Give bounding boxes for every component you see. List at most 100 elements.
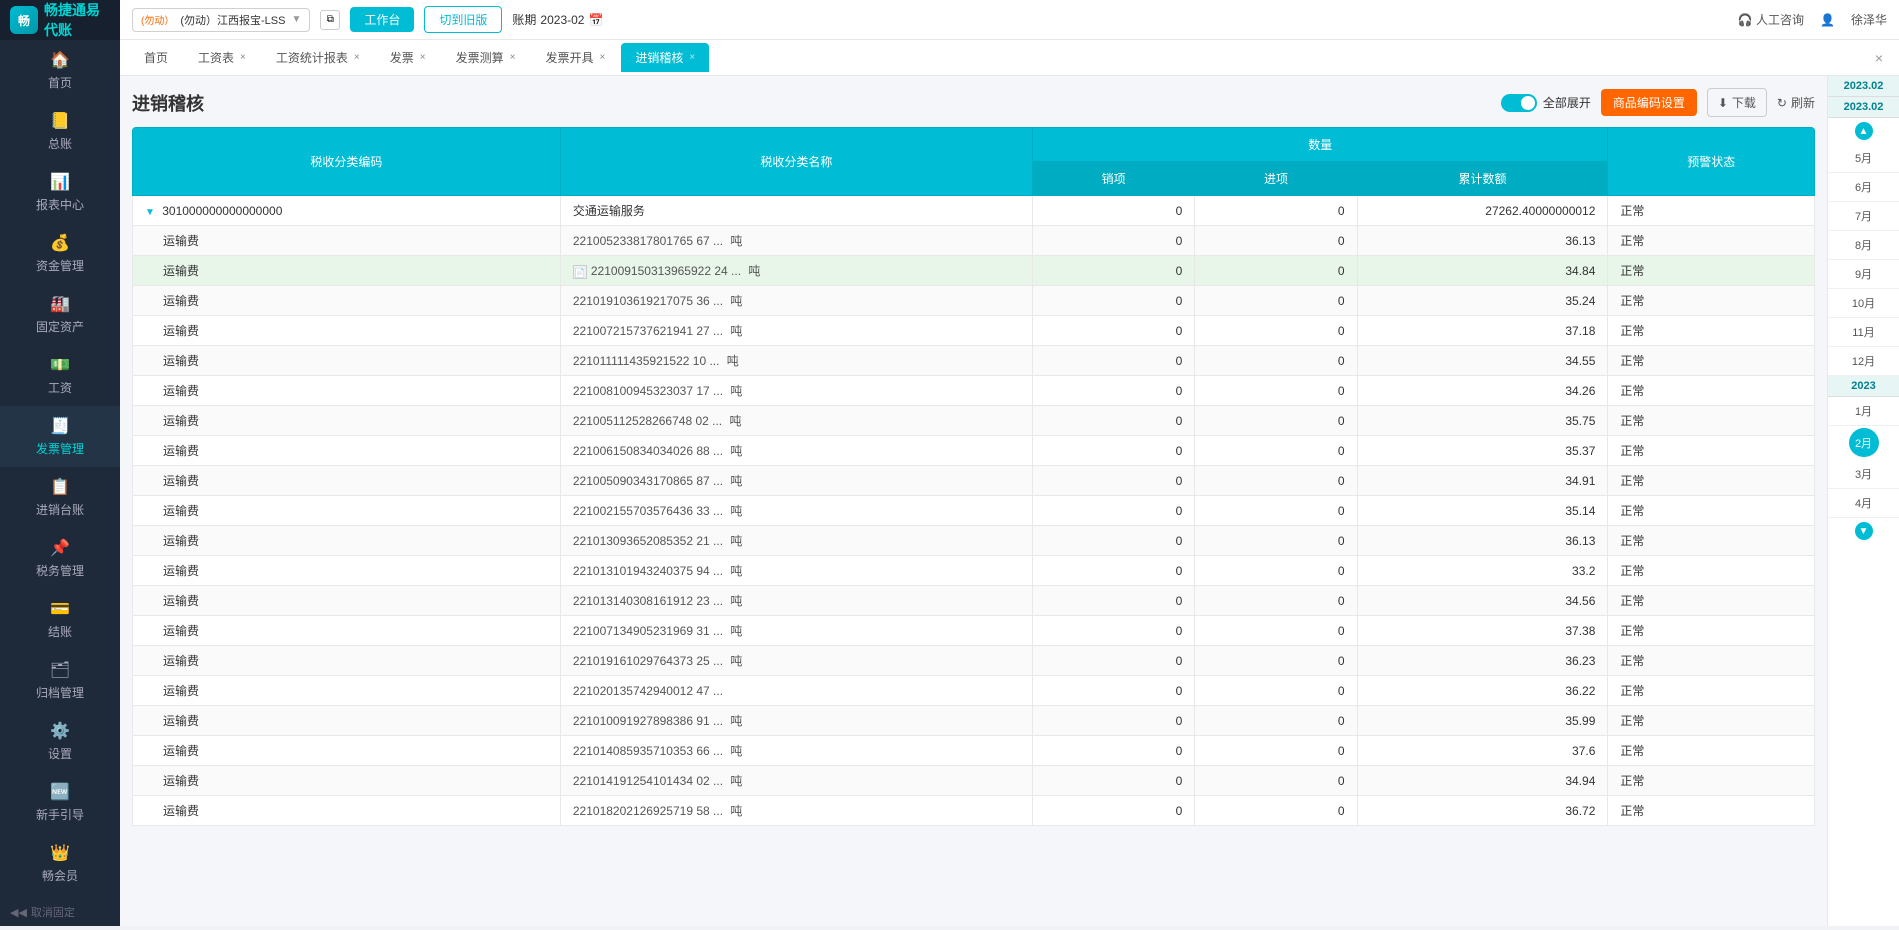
purchase-cell: 0 xyxy=(1195,706,1357,736)
toggle-switch[interactable] xyxy=(1501,94,1537,112)
tab-salary-stats-label: 工资统计报表 xyxy=(276,49,348,66)
col-tax-name: 税收分类名称 xyxy=(560,128,1032,196)
tax-code-cell: 运输费 xyxy=(133,646,561,676)
sidebar-item-settings[interactable]: ⚙️ 设置 xyxy=(0,711,120,772)
tab-invoice-calc[interactable]: 发票测算 × xyxy=(442,43,530,72)
nav-up-button[interactable]: ▲ xyxy=(1855,122,1873,140)
calendar-month-apr[interactable]: 4月 xyxy=(1828,489,1899,518)
calendar-month-dec[interactable]: 12月 xyxy=(1828,347,1899,376)
calendar-month-jun[interactable]: 6月 xyxy=(1828,173,1899,202)
purchase-cell: 0 xyxy=(1195,346,1357,376)
sidebar-item-sales-ledger[interactable]: 📋 进销台账 xyxy=(0,467,120,528)
sales-cell: 0 xyxy=(1033,316,1195,346)
app-logo: 畅 畅捷通易代账 xyxy=(0,0,120,40)
download-button[interactable]: ⬇ 下载 xyxy=(1707,88,1767,117)
unpin-button[interactable]: ◀◀ 取消固定 xyxy=(0,894,120,930)
calendar-month-may[interactable]: 5月 xyxy=(1828,144,1899,173)
avatar: 👤 xyxy=(1820,13,1835,27)
sidebar-item-tax[interactable]: 📌 税务管理 xyxy=(0,528,120,589)
calendar-month-sep[interactable]: 9月 xyxy=(1828,260,1899,289)
calendar-year-label-top: 2023.02 xyxy=(1828,76,1899,97)
calendar-month-jul[interactable]: 7月 xyxy=(1828,202,1899,231)
tax-code-cell: 运输费 xyxy=(133,586,561,616)
tab-invoice[interactable]: 发票 × xyxy=(376,43,440,72)
sidebar-item-assets[interactable]: 🏭 固定资产 xyxy=(0,284,120,345)
sidebar-item-salary[interactable]: 💵 工资 xyxy=(0,345,120,406)
refresh-button[interactable]: ↻ 刷新 xyxy=(1777,94,1815,111)
status-cell: 正常 xyxy=(1608,616,1815,646)
company-selector[interactable]: (勿动） (勿动）江西报宝-LSS ▼ xyxy=(132,8,310,32)
col-quantity-group: 数量 xyxy=(1033,128,1608,162)
invoice-no-cell: 221019161029764373 25 ... 吨 xyxy=(560,646,1032,676)
sidebar-item-ledger[interactable]: 📒 总账 xyxy=(0,101,120,162)
calendar-nav-up[interactable]: ▲ xyxy=(1828,118,1899,144)
tax-code-cell: 运输费 xyxy=(133,316,561,346)
sidebar-item-archive[interactable]: 🗂 归档管理 xyxy=(0,650,120,711)
tab-invoice-open-close[interactable]: × xyxy=(599,52,605,63)
sidebar-item-reports[interactable]: 📊 报表中心 xyxy=(0,162,120,223)
tax-code-cell: 运输费 xyxy=(133,796,561,826)
sidebar-item-member[interactable]: 👑 畅会员 xyxy=(0,833,120,894)
setting-button[interactable]: 商品编码设置 xyxy=(1601,89,1697,116)
cumulative-cell: 37.18 xyxy=(1357,316,1608,346)
sidebar-item-home[interactable]: 🏠 首页 xyxy=(0,40,120,101)
sidebar-item-settle[interactable]: 💳 结账 xyxy=(0,589,120,650)
calendar-month-jan[interactable]: 1月 xyxy=(1828,397,1899,426)
sidebar-item-guide[interactable]: 🆕 新手引导 xyxy=(0,772,120,833)
period-button[interactable]: 切到旧版 xyxy=(424,6,502,33)
workspace-button[interactable]: 工作台 xyxy=(350,7,414,32)
tab-home[interactable]: 首页 xyxy=(130,43,182,72)
support-label[interactable]: 🎧 人工咨询 xyxy=(1738,11,1804,28)
tab-reconcile[interactable]: 进销稽核 × xyxy=(621,43,709,72)
tab-invoice-open[interactable]: 发票开具 × xyxy=(531,43,619,72)
copy-icon[interactable]: ⧉ xyxy=(320,10,340,30)
sales-cell: 0 xyxy=(1033,406,1195,436)
company-tag: (勿动） xyxy=(141,12,174,27)
tab-salary-close[interactable]: × xyxy=(240,52,246,63)
cumulative-cell: 35.99 xyxy=(1357,706,1608,736)
tax-code-cell: 运输费 xyxy=(133,526,561,556)
tax-code-cell: 运输费 xyxy=(133,256,561,286)
sidebar-item-label: 结账 xyxy=(48,623,72,640)
sidebar-item-invoice-mgmt[interactable]: 🧾 发票管理 xyxy=(0,406,120,467)
tab-invoice-label: 发票 xyxy=(390,49,414,66)
expand-icon[interactable]: ▼ xyxy=(145,207,155,218)
calendar-nav-down[interactable]: ▼ xyxy=(1828,518,1899,544)
tab-invoice-calc-close[interactable]: × xyxy=(510,52,516,63)
nav-down-button[interactable]: ▼ xyxy=(1855,522,1873,540)
sidebar: 畅 畅捷通易代账 🏠 首页 📒 总账 📊 报表中心 💰 资金管理 🏭 固定资产 … xyxy=(0,0,120,926)
sidebar-item-fund[interactable]: 💰 资金管理 xyxy=(0,223,120,284)
calendar-month-mar[interactable]: 3月 xyxy=(1828,460,1899,489)
purchase-cell: 0 xyxy=(1195,256,1357,286)
period-value: 2023-02 xyxy=(540,13,584,27)
tab-reconcile-close[interactable]: × xyxy=(689,52,695,63)
invoice-no-cell: 221007134905231969 31 ... 吨 xyxy=(560,616,1032,646)
calendar-month-oct[interactable]: 10月 xyxy=(1828,289,1899,318)
calendar-month-nov[interactable]: 11月 xyxy=(1828,318,1899,347)
sales-ledger-icon: 📋 xyxy=(50,477,70,497)
sales-cell: 0 xyxy=(1033,676,1195,706)
invoice-no-cell: 221011111435921522 10 ... 吨 xyxy=(560,346,1032,376)
tax-code-cell: 运输费 xyxy=(133,436,561,466)
table-row: 运输费 221007134905231969 31 ... 吨 0 0 37.3… xyxy=(133,616,1815,646)
tab-salary-stats-close[interactable]: × xyxy=(354,52,360,63)
sales-cell: 0 xyxy=(1033,706,1195,736)
purchase-cell: 0 xyxy=(1195,496,1357,526)
cumulative-cell: 36.23 xyxy=(1357,646,1608,676)
tab-salary[interactable]: 工资表 × xyxy=(184,43,260,72)
sales-cell: 0 xyxy=(1033,466,1195,496)
cumulative-cell: 36.22 xyxy=(1357,676,1608,706)
file-icon[interactable]: 📄 xyxy=(573,265,587,279)
toggle-expand[interactable]: 全部展开 xyxy=(1501,94,1591,112)
tax-icon: 📌 xyxy=(50,538,70,558)
tab-salary-stats[interactable]: 工资统计报表 × xyxy=(262,43,374,72)
tab-invoice-close[interactable]: × xyxy=(420,52,426,63)
table-row: 运输费 221007215737621941 27 ... 吨 0 0 37.1… xyxy=(133,316,1815,346)
content-area: 进销稽核 全部展开 商品编码设置 ⬇ 下载 ↻ 刷新 xyxy=(120,76,1899,926)
guide-icon: 🆕 xyxy=(50,782,70,802)
reports-icon: 📊 xyxy=(50,172,70,192)
calendar-month-feb[interactable]: 2月 xyxy=(1849,428,1879,458)
calendar-month-aug[interactable]: 8月 xyxy=(1828,231,1899,260)
tabbar-close-all[interactable]: × xyxy=(1869,50,1889,66)
calendar-icon[interactable]: 📅 xyxy=(588,13,603,27)
